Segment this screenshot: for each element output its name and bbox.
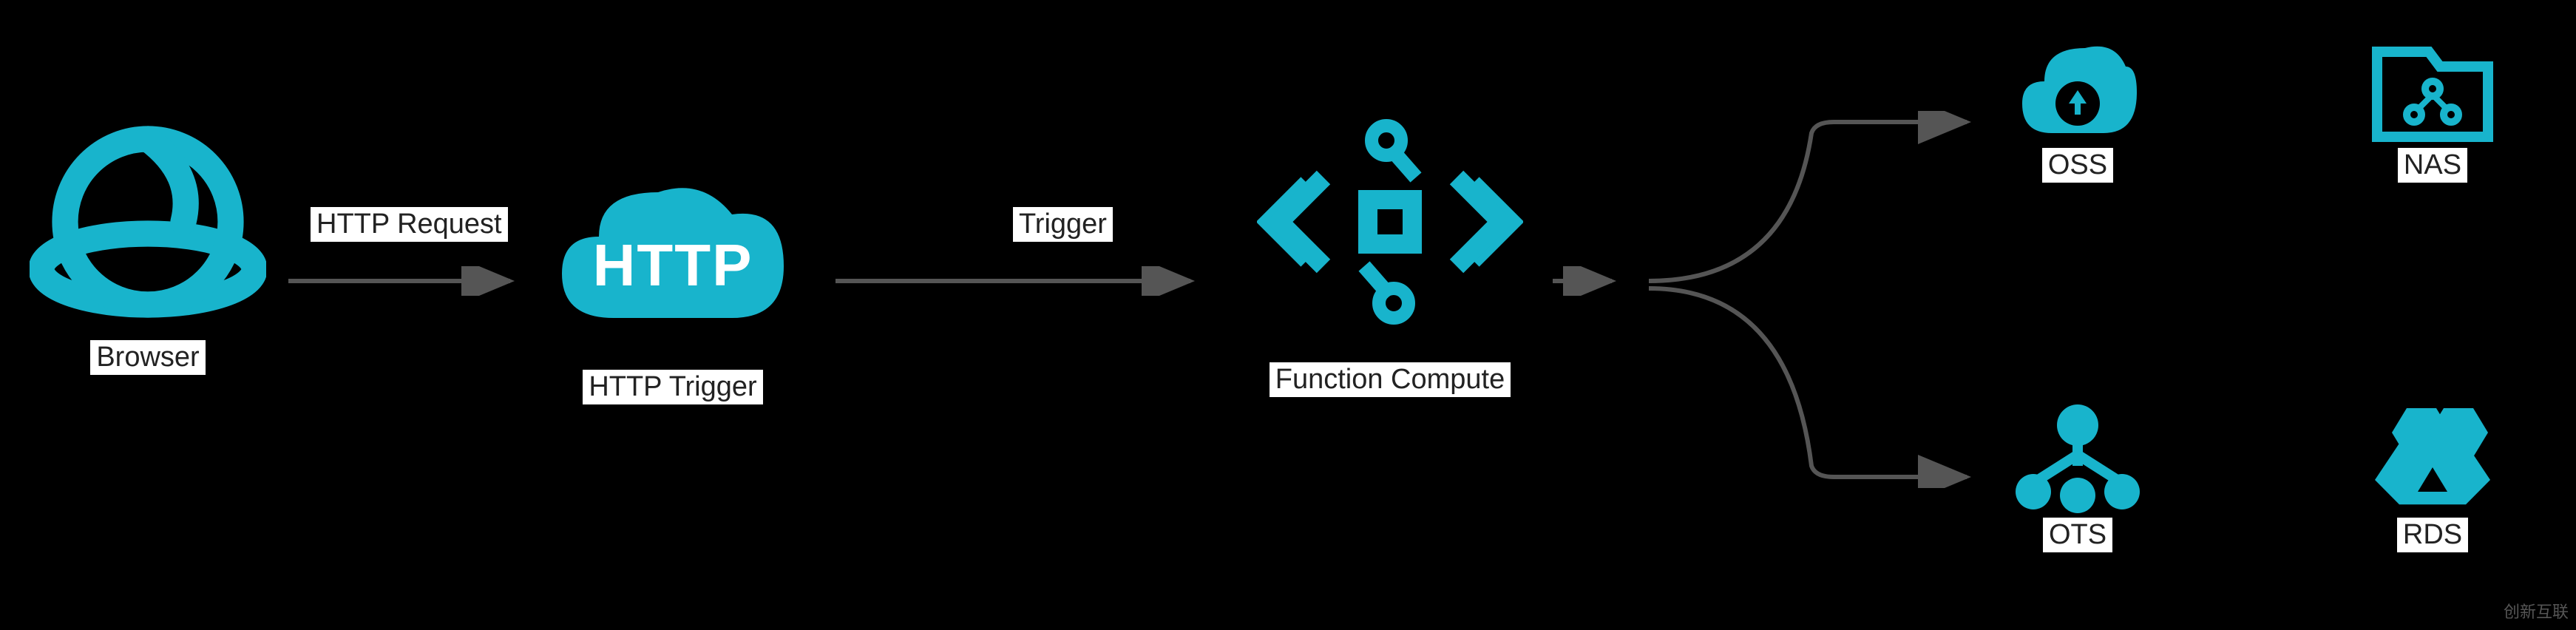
rds-node: RDS — [2366, 399, 2499, 552]
http-request-label: HTTP Request — [311, 207, 508, 242]
oss-icon — [2011, 30, 2144, 148]
ots-label: OTS — [2043, 518, 2112, 552]
arrow-to-ots — [1641, 281, 1982, 488]
arrow-to-oss — [1641, 111, 1982, 296]
arrow-trigger — [835, 266, 1205, 296]
function-compute-node: Function Compute — [1257, 104, 1523, 397]
browser-label: Browser — [90, 340, 205, 375]
http-cloud-text: HTTP — [593, 231, 753, 299]
browser-node: Browser — [30, 104, 266, 375]
function-compute-icon — [1257, 104, 1523, 340]
function-compute-label: Function Compute — [1270, 362, 1511, 397]
oss-label: OSS — [2042, 148, 2113, 183]
rds-label: RDS — [2397, 518, 2468, 552]
arrow-fc-out — [1553, 266, 1627, 296]
http-trigger-label: HTTP Trigger — [583, 370, 762, 404]
trigger-label: Trigger — [1013, 207, 1113, 242]
nas-icon — [2366, 30, 2499, 148]
http-cloud-icon: HTTP — [547, 170, 799, 348]
rds-icon — [2366, 399, 2499, 518]
watermark: 创新互联 — [2504, 599, 2569, 623]
nas-node: NAS — [2366, 30, 2499, 183]
ots-icon — [2011, 399, 2144, 518]
arrow-http-request — [288, 266, 525, 296]
oss-node: OSS — [2011, 30, 2144, 183]
nas-label: NAS — [2398, 148, 2467, 183]
http-trigger-node: HTTP HTTP Trigger — [547, 170, 799, 404]
ots-node: OTS — [2011, 399, 2144, 552]
browser-icon — [30, 104, 266, 340]
